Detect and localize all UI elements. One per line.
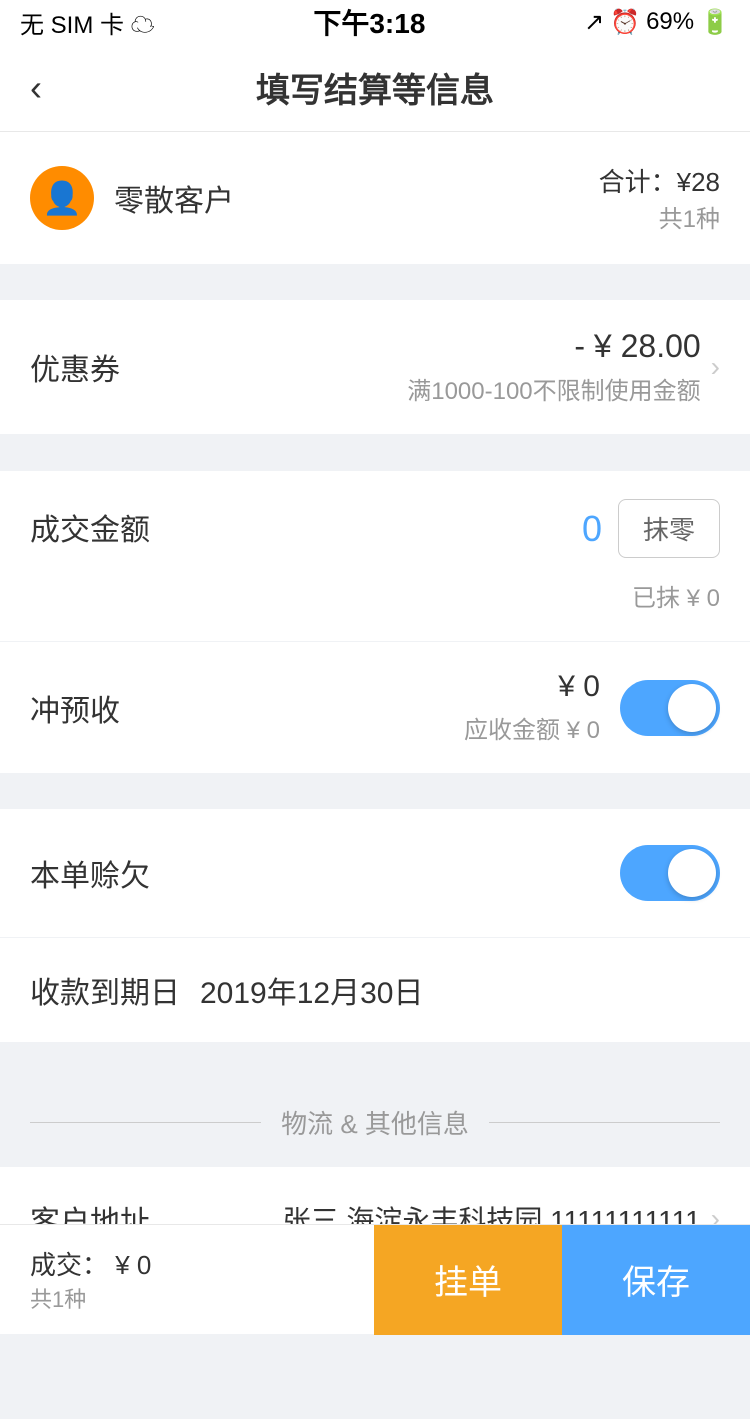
prepay-label: 冲预收 [30,686,120,730]
prepay-row: 冲预收 ¥ 0 应收金额 ¥ 0 [0,641,750,773]
coupon-row[interactable]: 优惠券 - ¥ 28.00 满1000-100不限制使用金额 › [0,300,750,435]
status-left: 无 SIM 卡 ☁ [20,5,155,40]
alarm-icon: ⏰ [610,8,640,37]
sep-line-left [30,1122,261,1123]
coupon-description: 满1000-100不限制使用金额 [407,371,700,406]
amount-value: 0 [582,508,602,550]
coupon-right-wrapper: - ¥ 28.00 满1000-100不限制使用金额 › [407,328,720,406]
amount-label: 成交金额 [30,499,150,549]
footer-count: 共1种 [30,1282,344,1314]
sim-status: 无 SIM 卡 ☁ [20,5,155,40]
debt-section: 本单赊欠 收款到期日 2019年12月30日 [0,809,750,1042]
coupon-label: 优惠券 [30,345,120,389]
nav-bar: ‹ 填写结算等信息 [0,44,750,132]
debt-label: 本单赊欠 [30,851,150,895]
divider-4 [0,1060,750,1078]
customer-name: 零散客户 [114,176,234,220]
prepay-value: ¥ 0 [464,670,600,704]
footer-left: 成交： ¥ 0 共1种 [0,1245,374,1314]
due-date-value: 2019年12月30日 [200,968,423,1012]
footer: 成交： ¥ 0 共1种 挂单 保存 [0,1224,750,1334]
total-label: 合计：¥28 [599,162,720,199]
prepay-receivable: 应收金额 ¥ 0 [464,710,600,745]
due-date-label: 收款到期日 [30,968,180,1012]
chevron-right-icon: › [711,351,720,383]
divider-3 [0,791,750,809]
round-button[interactable]: 抹零 [618,499,720,558]
status-right: ↗ ⏰ 69% 🔋 [584,8,730,37]
save-button[interactable]: 保存 [562,1225,750,1335]
prepay-right: ¥ 0 应收金额 ¥ 0 [464,670,720,745]
amount-section: 成交金额 0 抹零 已抹 ¥ 0 冲预收 ¥ 0 应收金额 ¥ 0 [0,471,750,773]
location-icon: ↗ [584,8,604,37]
avatar: 👤 [30,166,94,230]
page-title: 填写结算等信息 [256,63,494,112]
debt-row: 本单赊欠 [0,809,750,937]
customer-total: 合计：¥28 共1种 [599,162,720,234]
customer-row: 👤 零散客户 合计：¥28 共1种 [0,132,750,264]
prepay-amounts: ¥ 0 应收金额 ¥ 0 [464,670,600,745]
coupon-discount: - ¥ 28.00 [407,328,700,365]
footer-deal-label: 成交： [30,1250,108,1280]
divider-1 [0,282,750,300]
status-time: 下午3:18 [313,2,425,42]
battery-icon: 🔋 [700,8,730,37]
amount-sub: 已抹 ¥ 0 [30,578,720,613]
logistics-label: 物流 & 其他信息 [281,1104,469,1141]
customer-section: 👤 零散客户 合计：¥28 共1种 [0,132,750,264]
amount-row: 成交金额 0 抹零 [30,499,720,558]
logistics-separator: 物流 & 其他信息 [0,1078,750,1167]
customer-left: 👤 零散客户 [30,166,234,230]
status-bar: 无 SIM 卡 ☁ 下午3:18 ↗ ⏰ 69% 🔋 [0,0,750,44]
prepay-toggle[interactable] [620,680,720,736]
debt-toggle[interactable] [620,845,720,901]
coupon-section[interactable]: 优惠券 - ¥ 28.00 满1000-100不限制使用金额 › [0,300,750,435]
divider-2 [0,453,750,471]
total-count: 共1种 [599,199,720,234]
amount-right: 0 抹零 [582,499,720,558]
footer-deal-value: ¥ 0 [115,1250,151,1280]
footer-deal: 成交： ¥ 0 [30,1245,344,1282]
back-button[interactable]: ‹ [30,67,42,109]
hold-button[interactable]: 挂单 [374,1225,562,1335]
due-date-row: 收款到期日 2019年12月30日 [0,937,750,1042]
battery-level: 69% [646,8,694,36]
sep-line-right [489,1122,720,1123]
coupon-right: - ¥ 28.00 满1000-100不限制使用金额 [407,328,700,406]
